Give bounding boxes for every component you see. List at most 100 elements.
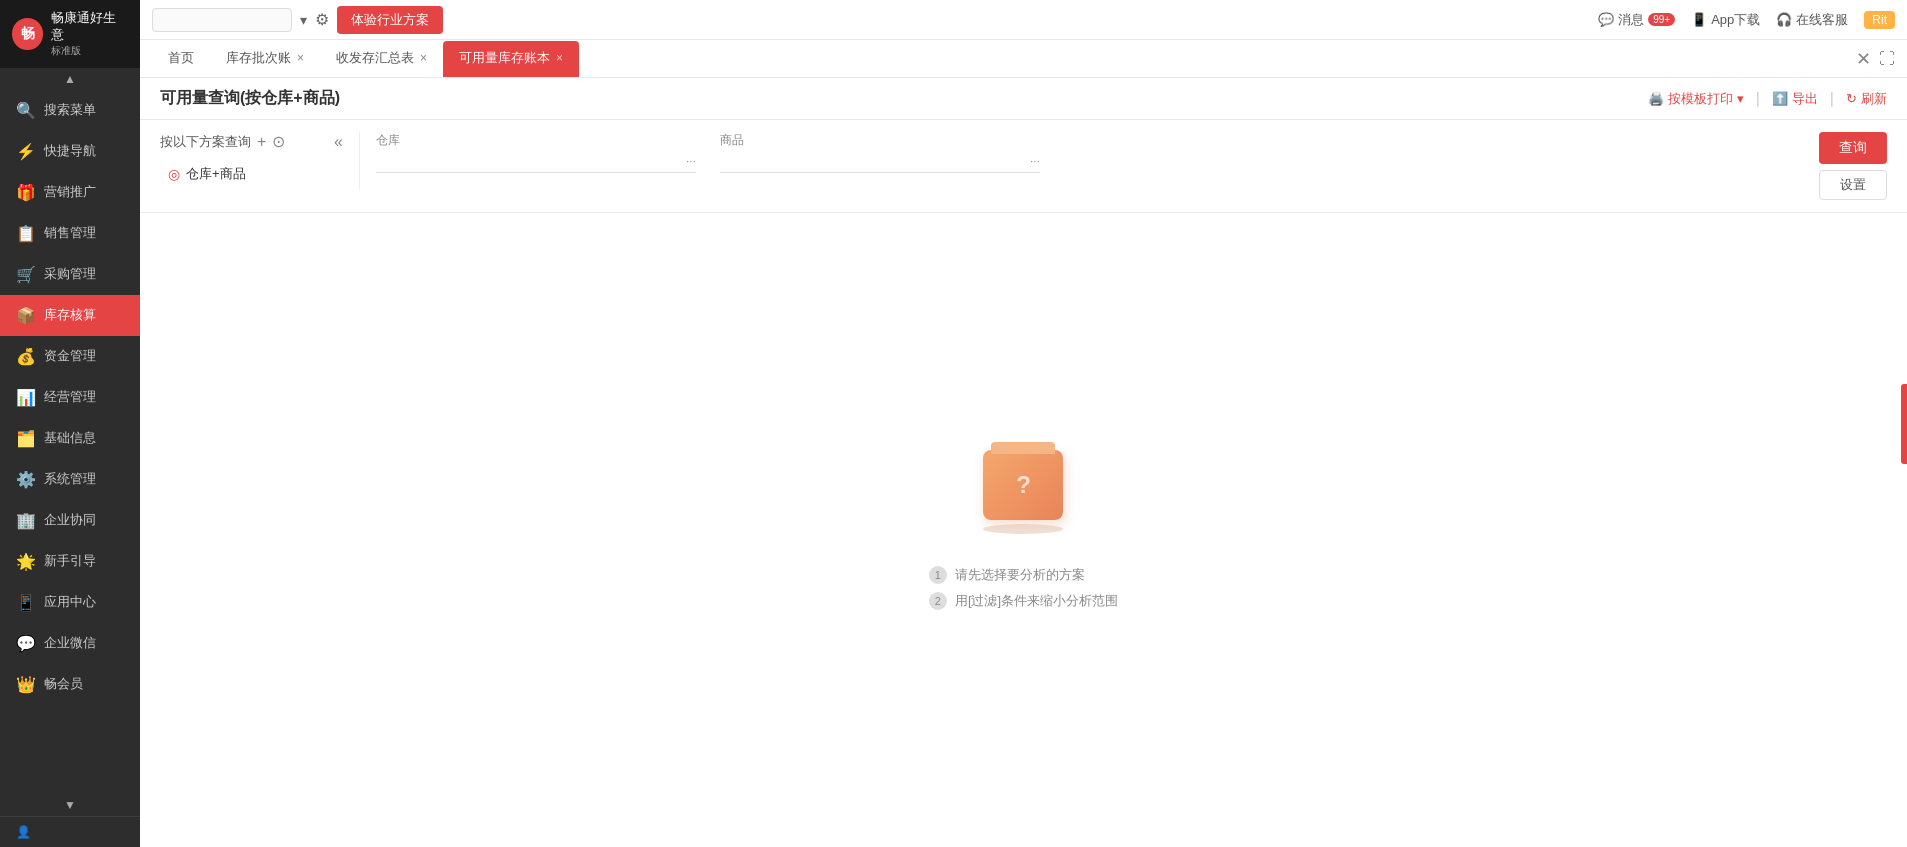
- sales-icon: 📋: [16, 224, 36, 243]
- add-icon: +: [257, 133, 266, 150]
- gear-icon: ⚙: [315, 11, 329, 28]
- tab-batch-ledger-close[interactable]: ×: [297, 51, 304, 65]
- member-icon: 👑: [16, 675, 36, 694]
- tab-available-ledger[interactable]: 可用量库存账本 ×: [443, 41, 579, 77]
- sidebar-item-inventory[interactable]: 📦 库存核算: [0, 295, 140, 336]
- sidebar-item-sales[interactable]: 📋 销售管理: [0, 213, 140, 254]
- sidebar-item-quick-nav[interactable]: ⚡ 快捷导航: [0, 131, 140, 172]
- filter-area: 按以下方案查询 + ⊙ « ◎ 仓库+商品 仓库: [140, 120, 1907, 213]
- tab-home-label: 首页: [168, 49, 194, 67]
- service-icon: 🎧: [1776, 12, 1792, 27]
- purchase-icon: 🛒: [16, 265, 36, 284]
- sidebar-edition: 标准版: [51, 44, 128, 58]
- online-service-button[interactable]: 🎧 在线客服: [1776, 11, 1848, 29]
- sidebar-item-label: 销售管理: [44, 224, 96, 242]
- tip-2-number: 2: [929, 592, 947, 610]
- product-input[interactable]: [720, 153, 1030, 168]
- dropdown-arrow-button[interactable]: ▾: [300, 12, 307, 28]
- finance-icon: 💰: [16, 347, 36, 366]
- collapse-button[interactable]: «: [334, 133, 343, 151]
- sidebar-item-apps[interactable]: 📱 应用中心: [0, 582, 140, 623]
- product-more-button[interactable]: ···: [1030, 154, 1040, 168]
- message-button[interactable]: 💬 消息 99+: [1598, 11, 1675, 29]
- industry-solution-button[interactable]: 体验行业方案: [337, 6, 443, 34]
- apps-icon: 📱: [16, 593, 36, 612]
- tab-receipt-summary[interactable]: 收发存汇总表 ×: [320, 41, 443, 77]
- sidebar-item-system[interactable]: ⚙️ 系统管理: [0, 459, 140, 500]
- print-action[interactable]: 🖨️ 按模板打印 ▾: [1648, 90, 1744, 108]
- sidebar-footer[interactable]: 👤: [0, 816, 140, 847]
- sidebar-item-basic[interactable]: 🗂️ 基础信息: [0, 418, 140, 459]
- tab-bar: 首页 库存批次账 × 收发存汇总表 × 可用量库存账本 × ✕ ⛶: [140, 40, 1907, 78]
- top-bar-right: 💬 消息 99+ 📱 App下载 🎧 在线客服 Rit: [1598, 11, 1895, 29]
- search-icon: 🔍: [16, 101, 36, 120]
- action-buttons: 查询 设置: [1819, 132, 1887, 200]
- sidebar-item-guide[interactable]: 🌟 新手引导: [0, 541, 140, 582]
- sidebar-item-label: 基础信息: [44, 429, 96, 447]
- export-label: 导出: [1792, 90, 1818, 108]
- page-header: 可用量查询(按仓库+商品) 🖨️ 按模板打印 ▾ | ⬆️ 导出 | ↻ 刷新: [140, 78, 1907, 120]
- warehouse-filter-field: 仓库 ···: [376, 132, 696, 173]
- tab-bar-close-button[interactable]: ✕: [1856, 48, 1871, 70]
- sidebar-scroll-up[interactable]: ▲: [0, 68, 140, 90]
- sidebar-item-label: 应用中心: [44, 593, 96, 611]
- print-icon: 🖨️: [1648, 91, 1664, 106]
- filter-scheme-title: 按以下方案查询: [160, 133, 251, 151]
- query-button[interactable]: 查询: [1819, 132, 1887, 164]
- sidebar-item-enterprise[interactable]: 🏢 企业协同: [0, 500, 140, 541]
- empty-shadow: [983, 524, 1063, 534]
- sidebar-item-label: 快捷导航: [44, 142, 96, 160]
- tab-home[interactable]: 首页: [152, 41, 210, 77]
- tab-receipt-summary-label: 收发存汇总表: [336, 49, 414, 67]
- sidebar-item-finance[interactable]: 💰 资金管理: [0, 336, 140, 377]
- scheme-warehouse-product[interactable]: ◎ 仓库+商品: [160, 159, 343, 189]
- page-content: 可用量查询(按仓库+商品) 🖨️ 按模板打印 ▾ | ⬆️ 导出 | ↻ 刷新: [140, 78, 1907, 847]
- app-download-button[interactable]: 📱 App下载: [1691, 11, 1760, 29]
- sidebar-item-label: 营销推广: [44, 183, 96, 201]
- add-scheme-button[interactable]: +: [257, 133, 266, 151]
- tab-receipt-summary-close[interactable]: ×: [420, 51, 427, 65]
- sidebar-item-label: 畅会员: [44, 675, 83, 693]
- empty-tip-1: 1 请先选择要分析的方案: [929, 566, 1118, 584]
- empty-tip-2: 2 用[过滤]条件来缩小分析范围: [929, 592, 1118, 610]
- filter-fields: 仓库 ··· 商品 ···: [376, 132, 1803, 173]
- sidebar-item-wechat[interactable]: 💬 企业微信: [0, 623, 140, 664]
- tab-available-ledger-close[interactable]: ×: [556, 51, 563, 65]
- user-avatar[interactable]: Rit: [1864, 11, 1895, 29]
- settings-button[interactable]: 设置: [1819, 170, 1887, 200]
- warehouse-input[interactable]: [376, 153, 686, 168]
- sidebar: 畅 畅康通好生意 标准版 ▲ 🔍 搜索菜单 ⚡ 快捷导航 🎁 营销推广 📋 销售…: [0, 0, 140, 847]
- sidebar-item-purchase[interactable]: 🛒 采购管理: [0, 254, 140, 295]
- service-label: 在线客服: [1796, 11, 1848, 29]
- sidebar-item-operations[interactable]: 📊 经营管理: [0, 377, 140, 418]
- quicknav-icon: ⚡: [16, 142, 36, 161]
- product-label: 商品: [720, 132, 1040, 149]
- sidebar-item-marketing[interactable]: 🎁 营销推广: [0, 172, 140, 213]
- sidebar-header: 畅 畅康通好生意 标准版: [0, 0, 140, 68]
- empty-image: [973, 450, 1073, 550]
- refresh-icon: ↻: [1846, 91, 1857, 106]
- gear-button[interactable]: ⚙: [315, 10, 329, 29]
- empty-content: 1 请先选择要分析的方案 2 用[过滤]条件来缩小分析范围: [929, 450, 1118, 610]
- config-icon: ⊙: [272, 133, 285, 150]
- sidebar-scroll-down[interactable]: ▼: [0, 794, 140, 816]
- top-bar: ▾ ⚙ 体验行业方案 💬 消息 99+ 📱 App下载 🎧 在线客服 Rit: [140, 0, 1907, 40]
- tab-batch-ledger[interactable]: 库存批次账 ×: [210, 41, 320, 77]
- config-scheme-button[interactable]: ⊙: [272, 132, 285, 151]
- scheme-label: 仓库+商品: [186, 165, 246, 183]
- tab-bar-expand-button[interactable]: ⛶: [1879, 50, 1895, 68]
- search-input[interactable]: [152, 8, 292, 32]
- message-badge: 99+: [1648, 13, 1675, 26]
- sidebar-item-member[interactable]: 👑 畅会员: [0, 664, 140, 705]
- filter-row: 仓库 ··· 商品 ···: [376, 132, 1803, 173]
- tab-available-ledger-label: 可用量库存账本: [459, 49, 550, 67]
- sidebar-item-search[interactable]: 🔍 搜索菜单: [0, 90, 140, 131]
- refresh-action[interactable]: ↻ 刷新: [1846, 90, 1887, 108]
- marketing-icon: 🎁: [16, 183, 36, 202]
- scheme-icon: ◎: [168, 166, 180, 182]
- warehouse-more-button[interactable]: ···: [686, 154, 696, 168]
- tab-bar-right: ✕ ⛶: [1856, 48, 1895, 70]
- print-dropdown-icon[interactable]: ▾: [1737, 91, 1744, 106]
- export-action[interactable]: ⬆️ 导出: [1772, 90, 1818, 108]
- page-title: 可用量查询(按仓库+商品): [160, 88, 340, 109]
